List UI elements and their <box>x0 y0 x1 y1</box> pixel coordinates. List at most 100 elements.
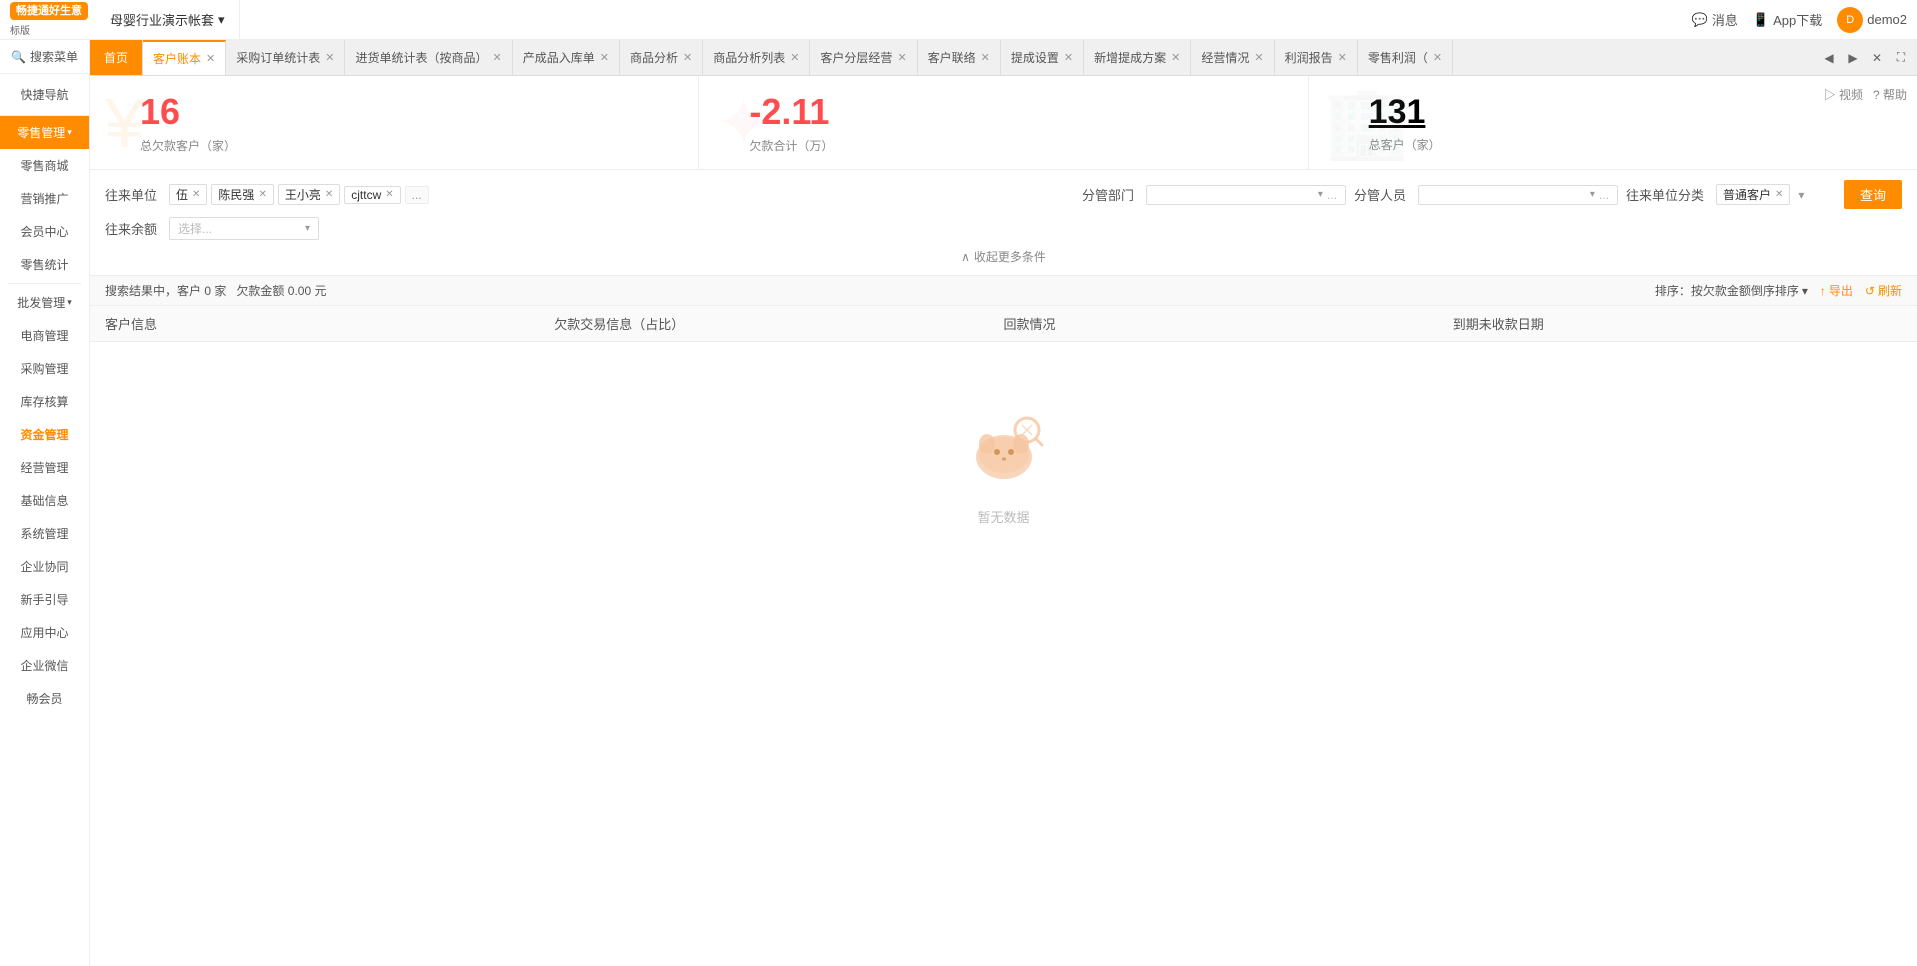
tab-profit-report-close[interactable]: ✕ <box>1338 51 1347 64</box>
sidebar-label-capital: 资金管理 <box>20 426 68 443</box>
sidebar-item-inventory[interactable]: 库存核算 <box>0 385 89 418</box>
unit-tag-chen-close[interactable]: ✕ <box>258 189 266 200</box>
sidebar-item-enterprise-collab[interactable]: 企业协同 <box>0 550 89 583</box>
tab-close-all-btn[interactable]: ✕ <box>1867 48 1887 68</box>
tab-retail-profit-close[interactable]: ✕ <box>1433 51 1442 64</box>
sidebar-item-retail-mgmt[interactable]: 零售管理 ▾ <box>0 116 89 149</box>
tab-business-situation-close[interactable]: ✕ <box>1254 51 1263 64</box>
refresh-btn[interactable]: ↺ 刷新 <box>1865 282 1902 299</box>
tab-business-situation[interactable]: 经营情况 ✕ <box>1191 40 1274 75</box>
tab-home[interactable]: 首页 <box>90 40 143 75</box>
video-link[interactable]: ▷ 视频 <box>1824 86 1863 103</box>
sidebar-item-capital[interactable]: 资金管理 <box>0 418 89 451</box>
person-more-btn[interactable]: ... <box>1599 188 1609 202</box>
tab-prev-btn[interactable]: ◀ <box>1819 48 1839 68</box>
sidebar-label-enterprise-collab: 企业协同 <box>20 558 68 575</box>
tab-product-inbound[interactable]: 产成品入库单 ✕ <box>513 40 620 75</box>
message-btn[interactable]: 💬 消息 <box>1692 10 1738 29</box>
workspace-chevron: ▾ <box>218 12 225 28</box>
tab-commission-settings-label: 提成设置 <box>1011 49 1059 66</box>
sidebar-item-marketing[interactable]: 营销推广 <box>0 182 89 215</box>
sort-btn[interactable]: 排序：按欠款金额倒序排序 ▾ <box>1655 282 1808 299</box>
workspace-selector[interactable]: 母婴行业演示帐套 ▾ <box>100 0 240 39</box>
sidebar-item-app-center[interactable]: 应用中心 <box>0 616 89 649</box>
tab-retail-profit-label: 零售利润（ <box>1368 49 1428 66</box>
help-link[interactable]: ? 帮助 <box>1873 86 1907 103</box>
empty-illustration <box>959 402 1049 495</box>
sidebar-arrow-retail-mgmt: ▾ <box>67 127 72 138</box>
sidebar-item-sys-mgmt[interactable]: 系统管理 <box>0 517 89 550</box>
unit-tag-wu[interactable]: 伍 ✕ <box>169 184 207 205</box>
unit-tag-chen[interactable]: 陈民强 ✕ <box>211 184 273 205</box>
collapse-icon: ∧ <box>961 250 970 264</box>
unit-tag-wang[interactable]: 王小亮 ✕ <box>278 184 340 205</box>
refresh-label: 刷新 <box>1878 282 1902 299</box>
sidebar-item-wholesale-mgmt[interactable]: 批发管理 ▾ <box>0 286 89 319</box>
query-button[interactable]: 查询 <box>1844 180 1902 209</box>
sidebar-item-vip-member[interactable]: 畅会员 <box>0 682 89 715</box>
tab-commission-settings[interactable]: 提成设置 ✕ <box>1001 40 1084 75</box>
sidebar-item-basic-info[interactable]: 基础信息 <box>0 484 89 517</box>
sidebar-item-purchase[interactable]: 采购管理 <box>0 352 89 385</box>
tab-customer-contact-close[interactable]: ✕ <box>981 51 990 64</box>
tab-expand-btn[interactable]: ⛶ <box>1891 48 1911 68</box>
sidebar-item-retail-mall[interactable]: 零售商城 <box>0 149 89 182</box>
unit-tag-cjttcw[interactable]: cjttcw ✕ <box>344 186 400 204</box>
export-btn[interactable]: ↑ 导出 <box>1820 282 1853 299</box>
tab-product-analysis-list-close[interactable]: ✕ <box>790 51 799 64</box>
dept-filter-select[interactable]: ▾ ... <box>1146 185 1346 205</box>
filter-area: 往来单位 伍 ✕ 陈民强 ✕ 王小亮 ✕ <box>90 170 1917 276</box>
stat-block-debt-customers: ¥ 16 总欠款客户（家） <box>90 76 699 169</box>
tab-product-analysis-list[interactable]: 商品分析列表 ✕ <box>703 40 810 75</box>
balance-chevron: ▾ <box>305 223 310 234</box>
tab-inbound-stats-close[interactable]: ✕ <box>493 51 502 64</box>
sidebar-divider1 <box>8 283 81 284</box>
dept-more-btn[interactable]: ... <box>1327 188 1337 202</box>
tab-product-analysis-close[interactable]: ✕ <box>683 51 692 64</box>
person-filter-select[interactable]: ▾ ... <box>1418 185 1618 205</box>
tab-customer-accounts-close[interactable]: ✕ <box>206 52 215 65</box>
tab-next-btn[interactable]: ▶ <box>1843 48 1863 68</box>
tab-commission-settings-close[interactable]: ✕ <box>1064 51 1073 64</box>
sidebar-item-new-guide[interactable]: 新手引导 <box>0 583 89 616</box>
balance-filter-select[interactable]: 选择... ▾ <box>169 217 319 240</box>
user-avatar-btn[interactable]: D demo2 <box>1837 7 1907 33</box>
sidebar-item-member-center[interactable]: 会员中心 <box>0 215 89 248</box>
unit-tag-more[interactable]: ... <box>405 186 429 204</box>
sidebar-label-wholesale-mgmt: 批发管理 <box>17 294 65 311</box>
tab-new-commission[interactable]: 新增提成方案 ✕ <box>1084 40 1191 75</box>
search-menu-btn[interactable]: 🔍 搜索菜单 <box>0 40 89 74</box>
tab-customer-tier-close[interactable]: ✕ <box>897 51 906 64</box>
tab-purchase-order-stats[interactable]: 采购订单统计表 ✕ <box>226 40 345 75</box>
tab-new-commission-close[interactable]: ✕ <box>1171 51 1180 64</box>
sidebar-item-ecommerce[interactable]: 电商管理 <box>0 319 89 352</box>
tab-customer-contact[interactable]: 客户联络 ✕ <box>918 40 1001 75</box>
search-icon: 🔍 <box>11 50 26 64</box>
collapse-btn[interactable]: ∧ 收起更多条件 <box>961 248 1046 265</box>
tab-customer-tier-label: 客户分层经营 <box>820 49 892 66</box>
tab-retail-profit[interactable]: 零售利润（ ✕ <box>1358 40 1453 75</box>
unit-tag-cjttcw-close[interactable]: ✕ <box>385 189 393 200</box>
tab-purchase-order-close[interactable]: ✕ <box>325 51 334 64</box>
sidebar-label-sys-mgmt: 系统管理 <box>20 525 68 542</box>
col-header-debt: 欠款交易信息（占比） <box>554 314 1003 333</box>
unit-cat-tag-normal-close[interactable]: ✕ <box>1775 189 1783 200</box>
unit-tag-wu-close[interactable]: ✕ <box>192 189 200 200</box>
tab-product-inbound-close[interactable]: ✕ <box>600 51 609 64</box>
app-download-btn[interactable]: 📱 App下载 <box>1753 10 1822 29</box>
unit-cat-tag-normal[interactable]: 普通客户 ✕ <box>1716 184 1790 205</box>
sidebar-item-retail-stats[interactable]: 零售统计 <box>0 248 89 281</box>
tab-customer-accounts-label: 客户账本 <box>153 50 201 67</box>
person-filter-label: 分管人员 <box>1354 185 1406 204</box>
tab-product-analysis[interactable]: 商品分析 ✕ <box>620 40 703 75</box>
unit-tag-wang-close[interactable]: ✕ <box>325 189 333 200</box>
quick-nav-btn[interactable]: 快捷导航 <box>0 74 89 116</box>
sidebar-item-enterprise-wechat[interactable]: 企业微信 <box>0 649 89 682</box>
tab-inbound-stats[interactable]: 进货单统计表（按商品） ✕ <box>345 40 512 75</box>
tab-customer-tier[interactable]: 客户分层经营 ✕ <box>810 40 917 75</box>
tab-customer-accounts[interactable]: 客户账本 ✕ <box>143 40 226 75</box>
message-icon: 💬 <box>1692 12 1708 28</box>
sidebar-item-ops-mgmt[interactable]: 经营管理 <box>0 451 89 484</box>
app-download-label: App下载 <box>1773 10 1822 29</box>
tab-profit-report[interactable]: 利润报告 ✕ <box>1275 40 1358 75</box>
